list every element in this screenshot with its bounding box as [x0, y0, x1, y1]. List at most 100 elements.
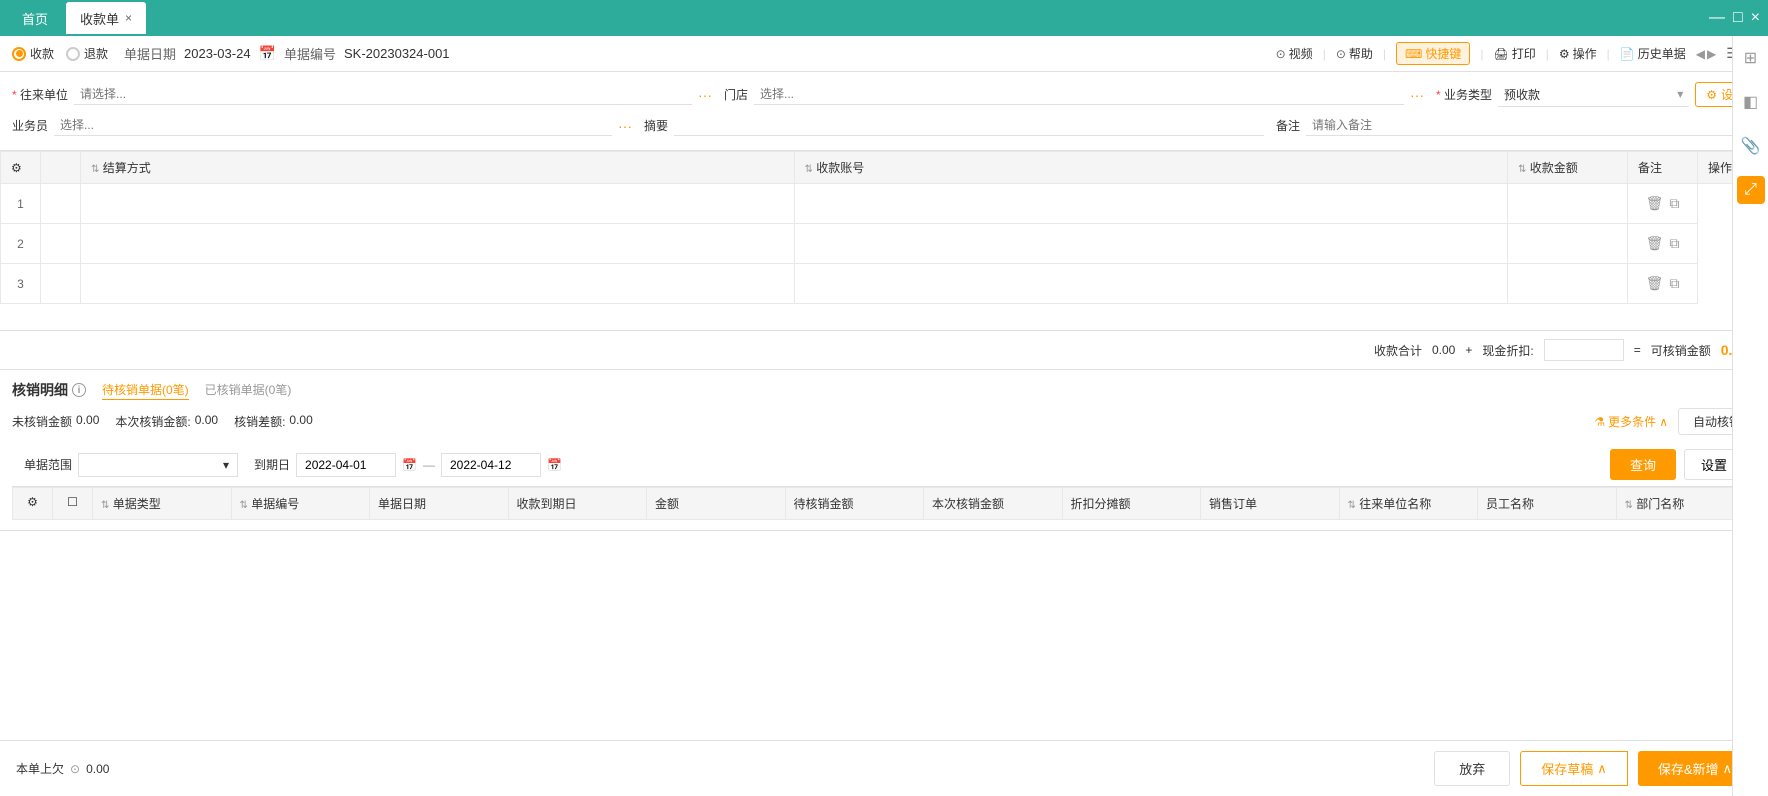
cell-amount-3[interactable]: [794, 264, 1508, 304]
cell-amount-2[interactable]: [794, 224, 1508, 264]
cell-settle-3[interactable]: [41, 264, 81, 304]
shortcut-btn[interactable]: ⌨ 快捷键: [1396, 42, 1470, 65]
store-input[interactable]: [754, 84, 1404, 105]
vh-settings[interactable]: ⚙: [13, 488, 53, 519]
cell-remark-1[interactable]: [1508, 184, 1628, 224]
counterparty-more[interactable]: ···: [698, 87, 712, 103]
copy-row-1[interactable]: ⧉: [1669, 195, 1679, 212]
current-val: 0.00: [195, 413, 218, 430]
cell-settle-1[interactable]: [41, 184, 81, 224]
date-from-input[interactable]: [296, 453, 396, 477]
tab-receipt-close[interactable]: ×: [125, 11, 132, 25]
row-num-2: 2: [1, 224, 41, 264]
remark-input-1[interactable]: [1508, 184, 1627, 223]
filter-bar: 单据范围 ▾ 到期日 📅 — 📅 查询 设置: [12, 443, 1756, 487]
account-input-3[interactable]: [81, 264, 794, 303]
cell-account-3[interactable]: [81, 264, 795, 304]
vh-checkbox[interactable]: ☐: [53, 488, 93, 519]
verify-info-icon[interactable]: i: [72, 383, 86, 397]
minimize-icon[interactable]: —: [1709, 9, 1725, 27]
cell-account-1[interactable]: [81, 184, 795, 224]
biztype-val: 预收款: [1504, 86, 1540, 103]
sidebar-expand-icon[interactable]: ⤢: [1737, 176, 1765, 204]
calendar-to-icon[interactable]: 📅: [547, 458, 562, 472]
pending-tab[interactable]: 待核销单据(0笔): [102, 381, 189, 400]
doc-label: 单据编号: [284, 44, 336, 63]
tab-home[interactable]: 首页: [8, 2, 62, 34]
sidebar-doc-icon[interactable]: ◧: [1737, 88, 1765, 116]
more-conditions-btn[interactable]: ⚗ 更多条件 ∧: [1594, 413, 1668, 430]
prev-arrow[interactable]: ◀: [1696, 47, 1705, 61]
radio-receipt-label: 收款: [30, 45, 54, 62]
history-btn[interactable]: 📄 历史单据: [1620, 45, 1686, 62]
staff-more[interactable]: ···: [618, 118, 632, 134]
prev-info-icon[interactable]: ⊙: [70, 762, 80, 776]
remark-label: 备注: [1276, 117, 1300, 134]
save-arrow-icon: ∧: [1722, 761, 1732, 777]
account-input-1[interactable]: [81, 184, 794, 223]
settle-input-2[interactable]: [41, 224, 80, 263]
staff-input[interactable]: [54, 115, 612, 136]
next-arrow[interactable]: ▶: [1707, 47, 1716, 61]
summary-field: 摘要: [644, 115, 1264, 136]
amount-input-2[interactable]: [795, 224, 1508, 263]
done-tab[interactable]: 已核销单据(0笔): [205, 381, 292, 399]
print-btn[interactable]: 🖨 打印: [1493, 45, 1535, 62]
account-input-2[interactable]: [81, 224, 794, 263]
summary-input[interactable]: [674, 115, 1264, 136]
calendar-from-icon[interactable]: 📅: [402, 458, 417, 472]
store-more[interactable]: ···: [1410, 87, 1424, 103]
amount-input-3[interactable]: [795, 264, 1508, 303]
nav-arrows: ◀ ▶: [1696, 47, 1716, 61]
plus-sign: +: [1465, 343, 1472, 357]
operation-btn[interactable]: ⚙ 操作: [1559, 45, 1597, 62]
right-sidebar: ⊞ ◧ 📎 ⤢: [1732, 36, 1768, 796]
remark-input-3[interactable]: [1508, 264, 1627, 303]
help-btn[interactable]: ⊙帮助: [1336, 45, 1373, 62]
biztype-select[interactable]: 预收款 ▾: [1498, 83, 1689, 107]
close-icon[interactable]: ×: [1751, 9, 1760, 27]
radio-refund[interactable]: 退款: [66, 45, 108, 62]
abandon-button[interactable]: 放弃: [1434, 751, 1510, 786]
cell-account-2[interactable]: [81, 224, 795, 264]
date-val: 2023-03-24: [184, 46, 251, 61]
save-draft-button[interactable]: 保存草稿 ∧: [1520, 751, 1628, 786]
date-to-input[interactable]: [441, 453, 541, 477]
video-btn[interactable]: ⊙视频: [1276, 45, 1313, 62]
delete-row-1[interactable]: 🗑: [1646, 195, 1664, 212]
remark-input-2[interactable]: [1508, 224, 1627, 263]
biztype-arrow: ▾: [1677, 87, 1683, 101]
sidebar-clip-icon[interactable]: 📎: [1737, 132, 1765, 160]
query-button[interactable]: 查询: [1610, 449, 1676, 480]
copy-row-3[interactable]: ⧉: [1669, 275, 1679, 292]
delete-row-2[interactable]: 🗑: [1646, 235, 1664, 252]
delete-row-3[interactable]: 🗑: [1646, 275, 1664, 292]
cell-amount-1[interactable]: [794, 184, 1508, 224]
range-select[interactable]: ▾: [78, 453, 238, 477]
cell-settle-2[interactable]: [41, 224, 81, 264]
vh-discount: 折扣分摊额: [1063, 488, 1202, 519]
sidebar-table-icon[interactable]: ⊞: [1737, 44, 1765, 72]
biztype-field: * 业务类型 预收款 ▾ ⚙ 设置: [1436, 82, 1756, 107]
cell-remark-2[interactable]: [1508, 224, 1628, 264]
copy-row-2[interactable]: ⧉: [1669, 235, 1679, 252]
discount-input[interactable]: [1544, 339, 1624, 361]
action-cell-2: 🗑 ⧉: [1628, 224, 1698, 264]
cell-remark-3[interactable]: [1508, 264, 1628, 304]
prev-label: 本单上欠: [16, 760, 64, 777]
remark-input[interactable]: [1306, 115, 1756, 136]
unverified-label: 未核销金额: [12, 413, 72, 430]
maximize-icon[interactable]: □: [1733, 9, 1743, 27]
radio-receipt[interactable]: 收款: [12, 45, 54, 62]
equals-sign: =: [1634, 343, 1641, 357]
biztype-label: * 业务类型: [1436, 86, 1492, 103]
date-dash: —: [423, 458, 435, 472]
settle-input-1[interactable]: [41, 184, 80, 223]
calendar-icon[interactable]: 📅: [259, 45, 276, 62]
counterparty-input[interactable]: [74, 84, 692, 105]
tab-receipt[interactable]: 收款单 ×: [66, 2, 146, 34]
counterparty-label: * 往来单位: [12, 86, 68, 103]
amount-input-1[interactable]: [795, 184, 1508, 223]
settle-input-3[interactable]: [41, 264, 80, 303]
table-settings-header[interactable]: ⚙: [1, 152, 41, 184]
